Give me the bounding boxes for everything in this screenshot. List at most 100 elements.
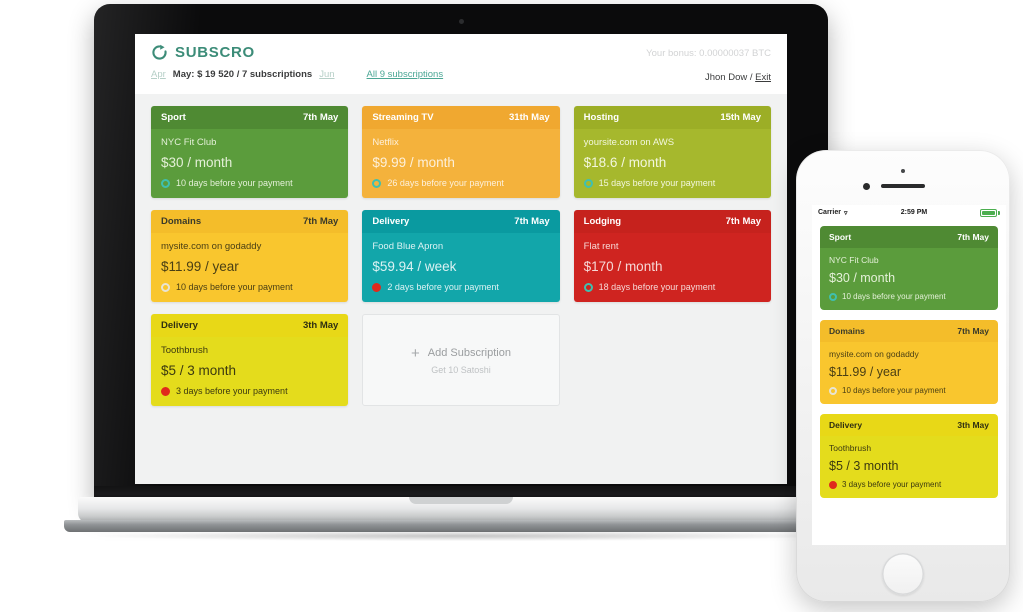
phone-mockup: Carrier ▿ 2:59 PM Sport 7th May NYC Fit Cl…	[790, 150, 1016, 612]
card-note-text: 10 days before your payment	[176, 178, 293, 188]
status-left: Carrier ▿	[818, 209, 847, 217]
app-header: SUBSCRO Your bonus: 0.00000037 BTC Apr M…	[135, 34, 787, 94]
phone-subscription-card[interactable]: Sport 7th May NYC Fit Club $30 / month 10 da…	[820, 226, 998, 310]
all-subscriptions-link[interactable]: All 9 subscriptions	[367, 69, 444, 80]
subscriptions-grid: Sport 7th May NYC Fit Club $30 / month 10 da…	[151, 106, 771, 406]
card-note: 3 days before your payment	[161, 386, 338, 396]
subscription-card[interactable]: Hosting 15th May yoursite.com on AWS $18.6 …	[573, 106, 771, 198]
phone-subscription-card[interactable]: Domains 7th May mysite.com on godaddy $11.9…	[820, 320, 998, 404]
current-month-summary: May: $ 19 520 / 7 subscriptions	[172, 69, 313, 80]
phone-card-date: 7th May	[957, 232, 989, 242]
card-service: Netflix	[372, 137, 399, 148]
card-header: Streaming TV 31th May	[362, 106, 560, 129]
card-date: 7th May	[514, 216, 550, 227]
laptop-screen: SUBSCRO Your bonus: 0.00000037 BTC Apr M…	[135, 34, 787, 484]
card-body: NYC Fit Club $30 / month 10 days before yo…	[151, 129, 349, 198]
add-subscription-label: Add Subscription	[427, 347, 511, 359]
next-month-link[interactable]: Jun	[319, 69, 334, 80]
subscro-app: SUBSCRO Your bonus: 0.00000037 BTC Apr M…	[135, 34, 787, 484]
card-header: Delivery 3th May	[151, 314, 349, 337]
prev-month-link[interactable]: Apr	[151, 69, 166, 80]
card-price: $18.6 / month	[583, 155, 667, 170]
card-category: Streaming TV	[372, 112, 434, 123]
status-dot-icon	[583, 178, 593, 188]
card-service: NYC Fit Club	[161, 137, 217, 148]
card-service: Toothbrush	[161, 345, 209, 356]
phone-card-body: Toothbrush $5 / 3 month 3 days before your…	[820, 436, 998, 498]
phone-card-category: Sport	[829, 232, 852, 242]
phone-card-note-text: 10 days before your payment	[842, 292, 946, 301]
phone-subscription-card[interactable]: Delivery 3th May Toothbrush $5 / 3 month 3 d…	[820, 414, 998, 498]
phone-camera-icon	[863, 183, 870, 190]
status-dot-icon	[829, 292, 837, 301]
add-row: + Add Subscription	[411, 346, 511, 361]
exit-link[interactable]: Exit	[755, 72, 771, 83]
status-dot-icon	[161, 178, 170, 188]
status-dot-icon	[829, 480, 837, 489]
phone-card-price: $5 / 3 month	[829, 459, 899, 473]
card-body: Flat rent $170 / month 18 days before your…	[573, 233, 771, 302]
card-header: Lodging 7th May	[573, 210, 771, 233]
card-service: Food Blue Apron	[372, 241, 444, 252]
phone-status-bar: Carrier ▿ 2:59 PM	[812, 205, 1006, 220]
card-date: 7th May	[302, 216, 339, 227]
card-category: Delivery	[161, 320, 198, 331]
brand-name: SUBSCRO	[175, 44, 255, 61]
subscription-card[interactable]: Delivery 7th May Food Blue Apron $59.94 / w…	[362, 210, 560, 302]
card-header: Sport 7th May	[151, 106, 349, 129]
card-date: 7th May	[725, 216, 761, 227]
phone-card-note-text: 3 days before your payment	[842, 480, 942, 489]
card-note: 18 days before your payment	[583, 282, 761, 292]
add-subscription-card[interactable]: + Add Subscription Get 10 Satoshi	[362, 314, 560, 406]
phone-card-note-text: 10 days before your payment	[842, 386, 946, 395]
subscription-card[interactable]: Streaming TV 31th May Netflix $9.99 / month…	[362, 106, 560, 198]
phone-home-button[interactable]	[882, 553, 924, 595]
card-category: Sport	[161, 112, 186, 123]
card-body: yoursite.com on AWS $18.6 / month 15 days …	[573, 129, 771, 198]
card-price: $59.94 / week	[372, 259, 457, 274]
add-subscription-sublabel: Get 10 Satoshi	[431, 364, 491, 375]
subscription-card[interactable]: Sport 7th May NYC Fit Club $30 / month 10 da…	[151, 106, 349, 198]
card-service: yoursite.com on AWS	[583, 137, 675, 148]
card-service: Flat rent	[583, 241, 619, 252]
phone-speaker-icon	[881, 184, 925, 188]
phone-card-service: mysite.com on godaddy	[829, 349, 919, 359]
phone-card-note: 3 days before your payment	[829, 480, 989, 489]
card-note-text: 18 days before your payment	[598, 282, 716, 292]
subscription-card[interactable]: Domains 7th May mysite.com on godaddy $11.9…	[151, 210, 349, 302]
card-note: 10 days before your payment	[161, 178, 338, 188]
status-dot-icon	[161, 386, 170, 396]
card-note-text: 26 days before your payment	[387, 178, 504, 188]
phone-card-body: mysite.com on godaddy $11.99 / year 10 day…	[820, 342, 998, 404]
phone-card-body: NYC Fit Club $30 / month 10 days before yo…	[820, 248, 998, 310]
card-price: $9.99 / month	[372, 155, 455, 170]
screenshot-stage: SUBSCRO Your bonus: 0.00000037 BTC Apr M…	[0, 0, 1023, 612]
card-note: 15 days before your payment	[583, 178, 761, 188]
status-dot-icon	[583, 282, 593, 292]
card-note: 26 days before your payment	[372, 178, 549, 188]
card-category: Domains	[161, 216, 202, 227]
card-header: Domains 7th May	[151, 210, 349, 233]
phone-card-service: Toothbrush	[829, 443, 872, 453]
carrier-label: Carrier	[818, 209, 841, 216]
card-category: Lodging	[583, 216, 622, 227]
phone-card-category: Delivery	[829, 420, 863, 430]
phone-card-date: 3th May	[957, 420, 989, 430]
card-note-text: 3 days before your payment	[176, 386, 288, 396]
user-menu: Jhon Dow / Exit	[705, 72, 771, 83]
user-name: Jhon Dow	[704, 72, 748, 83]
status-dot-icon	[829, 386, 837, 395]
card-price: $30 / month	[161, 155, 233, 170]
card-header: Hosting 15th May	[573, 106, 771, 129]
plus-icon: +	[411, 344, 420, 362]
subscription-card[interactable]: Lodging 7th May Flat rent $170 / month 18 da…	[573, 210, 771, 302]
refresh-circle-arrow-icon	[151, 44, 168, 61]
card-price: $5 / 3 month	[161, 363, 237, 378]
subscription-card[interactable]: Delivery 3th May Toothbrush $5 / 3 month 3 d…	[151, 314, 349, 406]
laptop-shadow	[98, 531, 824, 541]
phone-card-header: Sport 7th May	[820, 226, 998, 248]
card-date: 3th May	[302, 320, 339, 331]
card-note-text: 15 days before your payment	[598, 178, 716, 188]
phone-card-header: Domains 7th May	[820, 320, 998, 342]
subscriptions-board: Sport 7th May NYC Fit Club $30 / month 10 da…	[135, 94, 787, 418]
